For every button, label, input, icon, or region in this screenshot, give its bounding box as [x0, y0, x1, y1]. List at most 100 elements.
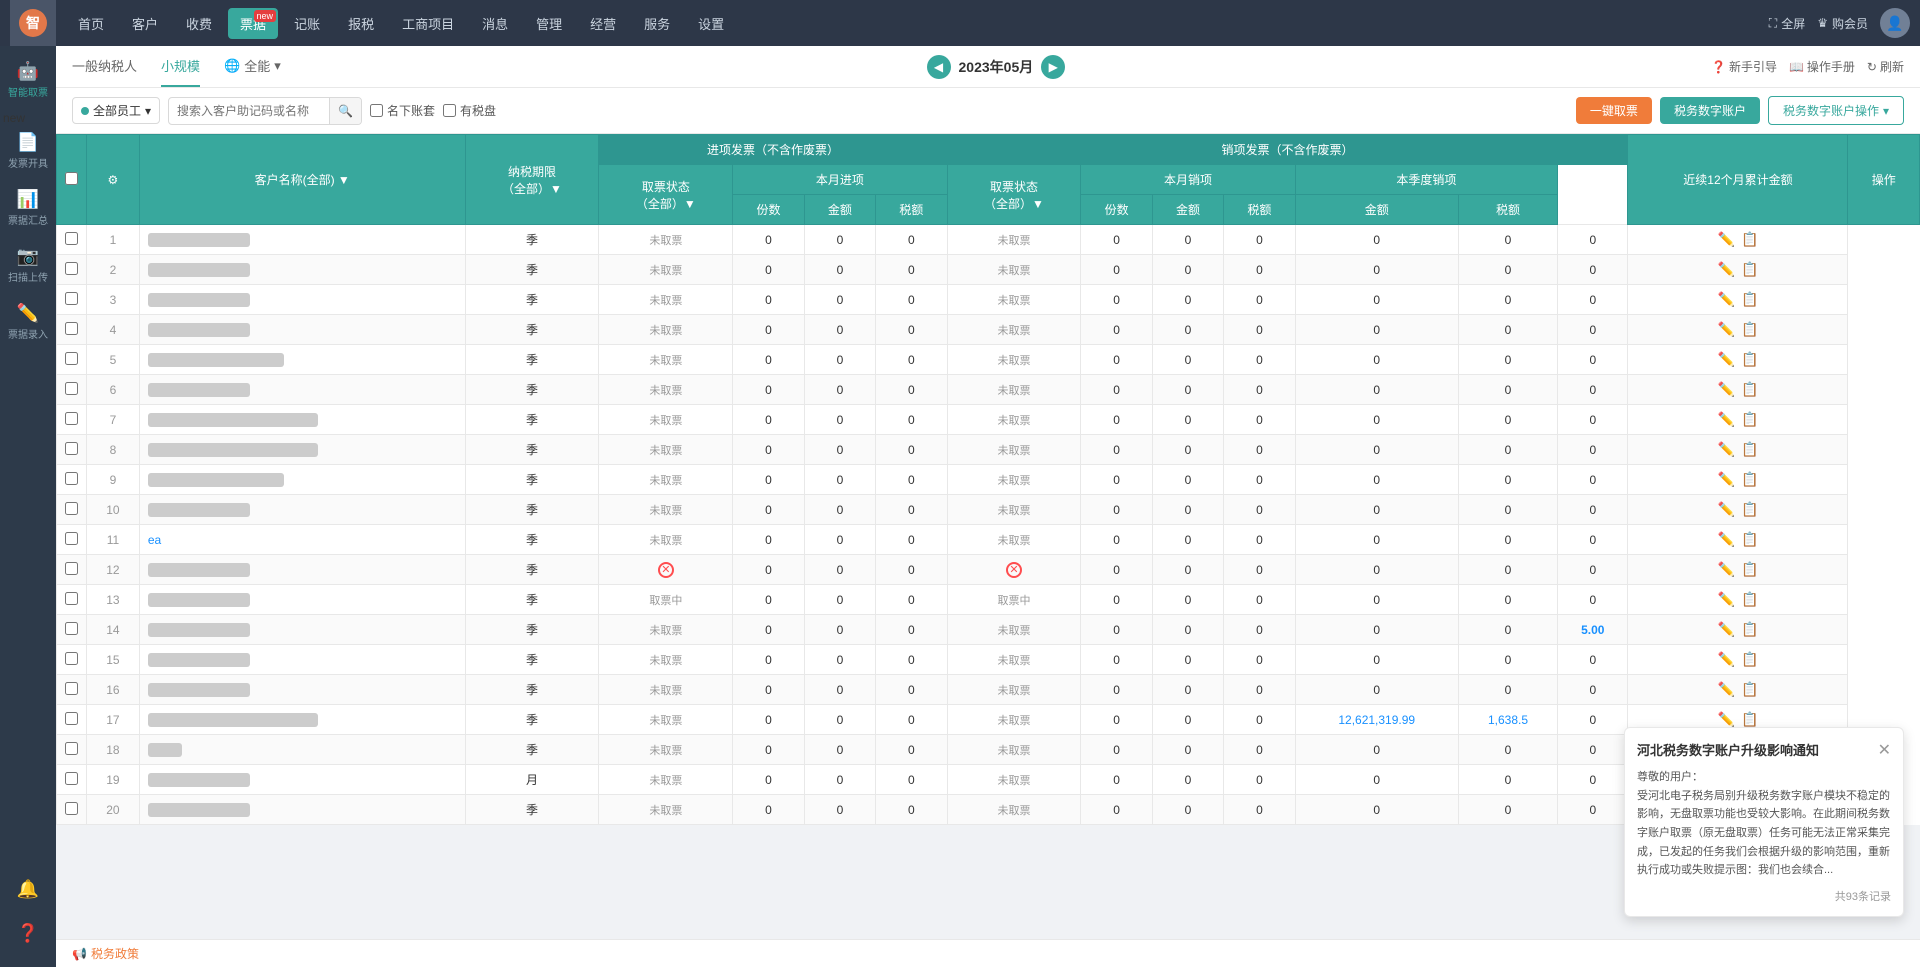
popup-close-btn[interactable]: ✕ — [1878, 740, 1891, 760]
sidebar-bell-icon[interactable]: 🔔 — [10, 871, 46, 907]
row-checkbox[interactable] — [65, 442, 78, 455]
client-name[interactable]: ea — [148, 533, 161, 547]
copy-icon[interactable]: 📋 — [1741, 381, 1758, 398]
search-input[interactable] — [169, 104, 329, 118]
row-checkbox[interactable] — [65, 742, 78, 755]
tax-policy-label[interactable]: 税务政策 — [91, 945, 139, 962]
edit-icon[interactable]: ✏️ — [1718, 621, 1735, 638]
tab-all[interactable]: 🌐 全能 ▾ — [224, 46, 281, 87]
copy-icon[interactable]: 📋 — [1741, 351, 1758, 368]
nav-service[interactable]: 服务 — [632, 8, 682, 39]
edit-icon[interactable]: ✏️ — [1718, 291, 1735, 308]
edit-icon[interactable]: ✏️ — [1718, 381, 1735, 398]
copy-icon[interactable]: 📋 — [1741, 261, 1758, 278]
digital-account-btn[interactable]: 税务数字账户 — [1660, 97, 1760, 124]
copy-icon[interactable]: 📋 — [1741, 681, 1758, 698]
row-checkbox[interactable] — [65, 622, 78, 635]
nav-home[interactable]: 首页 — [66, 8, 116, 39]
copy-icon[interactable]: 📋 — [1741, 651, 1758, 668]
row-checkbox[interactable] — [65, 412, 78, 425]
row-checkbox[interactable] — [65, 262, 78, 275]
digital-account-op-btn[interactable]: 税务数字账户操作 ▾ — [1768, 96, 1904, 125]
row-checkbox[interactable] — [65, 772, 78, 785]
checkbox-tax-disk-input[interactable] — [443, 104, 456, 117]
sidebar-item-smart-ticket[interactable]: 🤖 智能取票 — [3, 54, 53, 107]
new-guide-btn[interactable]: ❓ 新手引导 — [1711, 58, 1777, 75]
fullscreen-btn[interactable]: ⛶ 全屏 — [1769, 15, 1805, 32]
copy-icon[interactable]: 📋 — [1741, 291, 1758, 308]
row-checkbox[interactable] — [65, 682, 78, 695]
copy-icon[interactable]: 📋 — [1741, 231, 1758, 248]
tab-general-taxpayer[interactable]: 一般纳税人 — [72, 46, 137, 87]
sidebar-item-invoice-summary[interactable]: 📊 票据汇总 — [3, 182, 53, 235]
edit-icon[interactable]: ✏️ — [1718, 321, 1735, 338]
th-setting[interactable]: ⚙ — [87, 135, 140, 225]
copy-icon[interactable]: 📋 — [1741, 711, 1758, 728]
row-checkbox[interactable] — [65, 232, 78, 245]
nav-manage[interactable]: 管理 — [524, 8, 574, 39]
copy-icon[interactable]: 📋 — [1741, 441, 1758, 458]
row-checkbox[interactable] — [65, 472, 78, 485]
th-in-status[interactable]: 取票状态（全部）▼ — [599, 165, 733, 225]
row-checkbox[interactable] — [65, 352, 78, 365]
th-out-status[interactable]: 取票状态（全部）▼ — [947, 165, 1081, 225]
checkbox-account-set-input[interactable] — [370, 104, 383, 117]
nav-tax[interactable]: 报税 — [336, 8, 386, 39]
edit-icon[interactable]: ✏️ — [1718, 411, 1735, 428]
row-checkbox[interactable] — [65, 562, 78, 575]
edit-icon[interactable]: ✏️ — [1718, 351, 1735, 368]
tab-small-scale[interactable]: 小规模 — [161, 46, 200, 87]
sidebar-item-scan-upload[interactable]: 📷 扫描上传 — [3, 239, 53, 292]
row-checkbox[interactable] — [65, 802, 78, 815]
copy-icon[interactable]: 📋 — [1741, 411, 1758, 428]
checkbox-tax-disk[interactable]: 有税盘 — [443, 102, 496, 119]
row-checkbox[interactable] — [65, 292, 78, 305]
nav-clients[interactable]: 客户 — [120, 8, 170, 39]
sidebar-question-icon[interactable]: ❓ — [10, 915, 46, 951]
copy-icon[interactable]: 📋 — [1741, 501, 1758, 518]
row-checkbox[interactable] — [65, 502, 78, 515]
nav-fees[interactable]: 收费 — [174, 8, 224, 39]
search-button[interactable]: 🔍 — [329, 98, 361, 124]
sidebar-item-record-entry[interactable]: ✏️ 票据录入 — [3, 296, 53, 349]
edit-icon[interactable]: ✏️ — [1718, 681, 1735, 698]
copy-icon[interactable]: 📋 — [1741, 561, 1758, 578]
edit-icon[interactable]: ✏️ — [1718, 471, 1735, 488]
checkbox-account-set[interactable]: 名下账套 — [370, 102, 435, 119]
user-avatar[interactable]: 👤 — [1880, 8, 1910, 38]
row-checkbox[interactable] — [65, 322, 78, 335]
row-checkbox[interactable] — [65, 382, 78, 395]
copy-icon[interactable]: 📋 — [1741, 621, 1758, 638]
edit-icon[interactable]: ✏️ — [1718, 531, 1735, 548]
sidebar-item-invoice-issue[interactable]: 📄 发票开具 — [3, 125, 53, 178]
one-click-ticket-btn[interactable]: 一键取票 — [1576, 97, 1652, 124]
copy-icon[interactable]: 📋 — [1741, 471, 1758, 488]
nav-business[interactable]: 工商项目 — [390, 8, 466, 39]
row-checkbox[interactable] — [65, 532, 78, 545]
vip-btn[interactable]: ♛ 购会员 — [1817, 15, 1868, 32]
edit-icon[interactable]: ✏️ — [1718, 651, 1735, 668]
nav-operations[interactable]: 经营 — [578, 8, 628, 39]
manual-btn[interactable]: 📖 操作手册 — [1789, 58, 1855, 75]
copy-icon[interactable]: 📋 — [1741, 591, 1758, 608]
th-tax-period[interactable]: 纳税期限（全部）▼ — [465, 135, 599, 225]
prev-month-btn[interactable]: ◀ — [927, 55, 951, 79]
th-client-name[interactable]: 客户名称(全部) ▼ — [139, 135, 465, 225]
edit-icon[interactable]: ✏️ — [1718, 711, 1735, 728]
select-all-checkbox[interactable] — [65, 172, 78, 185]
employee-select[interactable]: 全部员工 ▾ — [72, 97, 160, 124]
edit-icon[interactable]: ✏️ — [1718, 441, 1735, 458]
next-month-btn[interactable]: ▶ — [1041, 55, 1065, 79]
edit-icon[interactable]: ✏️ — [1718, 231, 1735, 248]
row-checkbox[interactable] — [65, 652, 78, 665]
nav-messages[interactable]: 消息 — [470, 8, 520, 39]
edit-icon[interactable]: ✏️ — [1718, 561, 1735, 578]
copy-icon[interactable]: 📋 — [1741, 321, 1758, 338]
row-checkbox[interactable] — [65, 712, 78, 725]
row-checkbox[interactable] — [65, 592, 78, 605]
refresh-btn[interactable]: ↻ 刷新 — [1867, 58, 1904, 75]
copy-icon[interactable]: 📋 — [1741, 531, 1758, 548]
edit-icon[interactable]: ✏️ — [1718, 261, 1735, 278]
edit-icon[interactable]: ✏️ — [1718, 501, 1735, 518]
edit-icon[interactable]: ✏️ — [1718, 591, 1735, 608]
